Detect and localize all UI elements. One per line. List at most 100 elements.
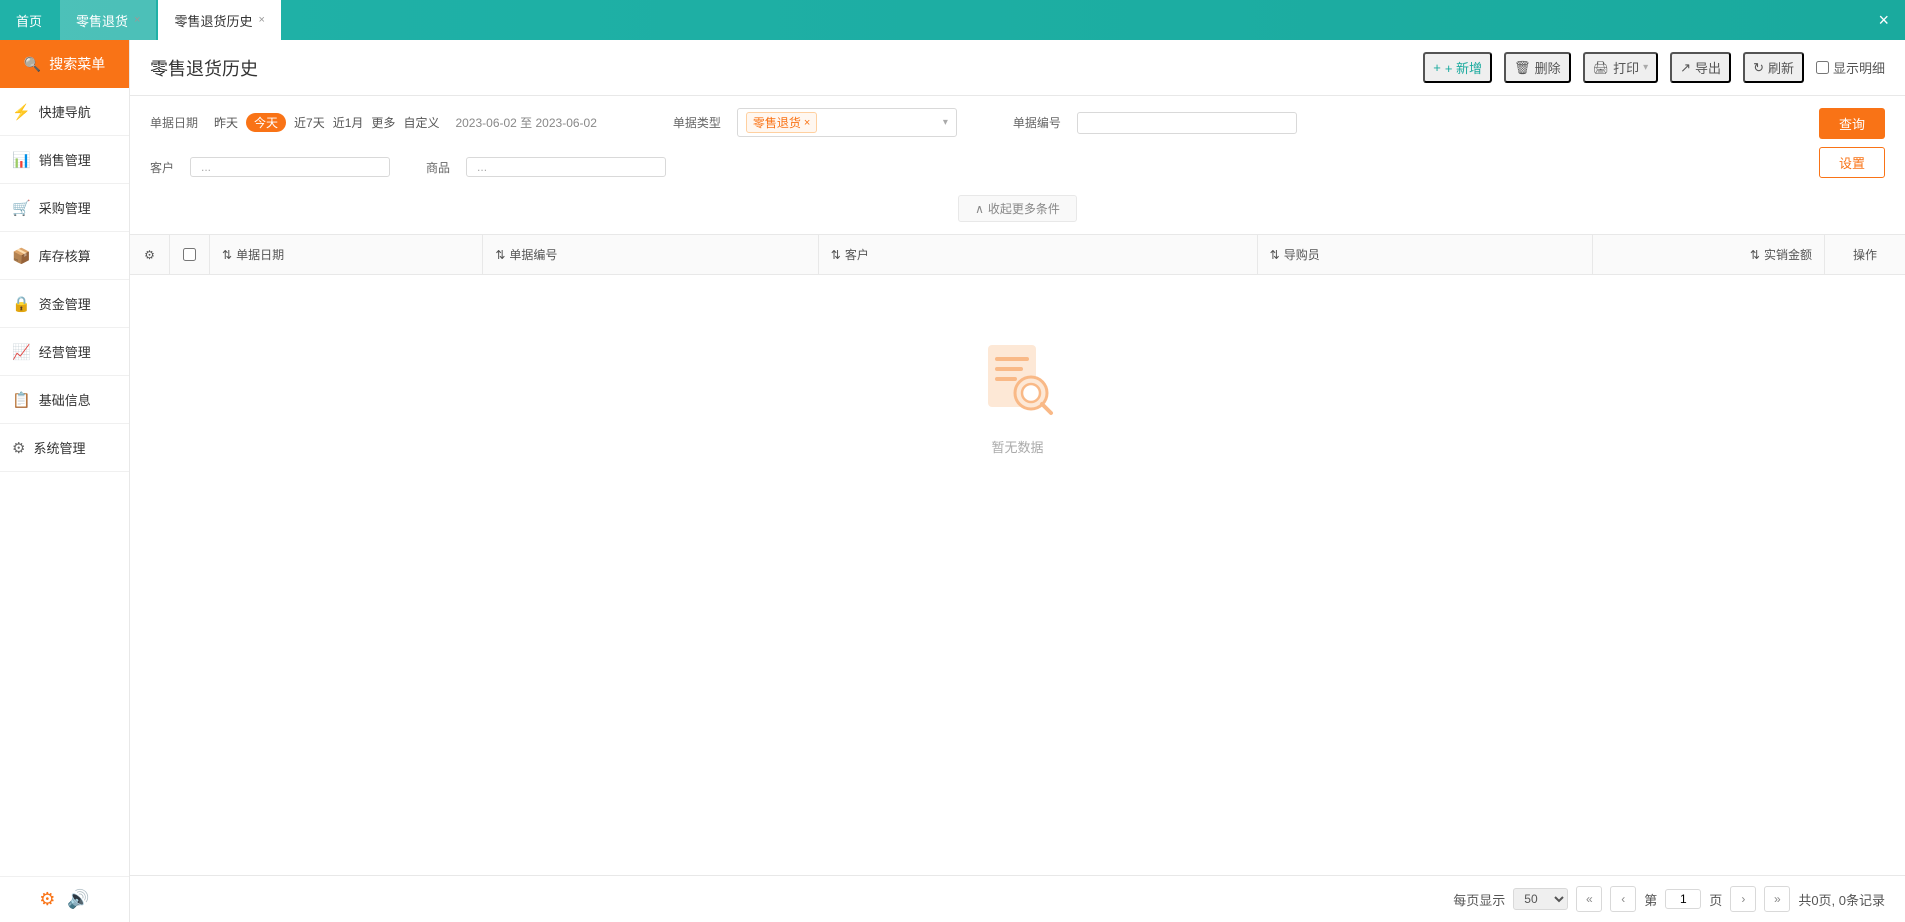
table-container: ⚙ ⇅ 单据日期 ⇅ 单据编号 ⇅ 客户 ⇅ [130,235,1905,875]
last-page-button[interactable]: » [1764,886,1790,912]
first-page-button[interactable]: « [1576,886,1602,912]
top-bar: 首页 零售退货 × 零售退货历史 × × [0,0,1905,40]
sidebar-item-quick-nav[interactable]: ⚡ 快捷导航 [0,88,129,136]
empty-state: 暂无数据 [130,275,1905,516]
sidebar-item-label: 系统管理 [33,438,85,457]
delete-icon: 🗑 [1514,60,1531,76]
main-layout: 🔍 搜索菜单 ⚡ 快捷导航 📊 销售管理 🛒 采购管理 📦 库存核算 🔒 资金管… [0,40,1905,922]
page-header: 零售退货历史 + + 新增 🗑 删除 🖨 打印 ▾ ↗ 导出 [130,40,1905,96]
print-dropdown-icon: ▾ [1643,62,1648,73]
page-size-select[interactable]: 10 20 50 100 [1513,888,1568,910]
sidebar-search[interactable]: 🔍 搜索菜单 [0,40,129,88]
new-label: + 新增 [1445,58,1482,77]
date-opt-yesterday[interactable]: 昨天 [214,114,238,131]
gear-icon: ⚙ [144,248,155,262]
th-guide[interactable]: ⇅ 导购员 [1258,235,1593,274]
tab-list: 首页 零售退货 × 零售退货历史 × [0,0,1878,40]
tab-return-label: 零售退货 [76,11,128,30]
show-detail-input[interactable] [1816,61,1829,74]
sidebar-item-inventory[interactable]: 📦 库存核算 [0,232,129,280]
collapse-icon: ∧ [975,202,984,216]
next-page-button[interactable]: › [1730,886,1756,912]
page-title: 零售退货历史 [150,55,258,81]
page-label: 第 [1644,890,1657,909]
operations-icon: 📈 [12,343,31,361]
date-opt-7days[interactable]: 近7天 [294,114,325,131]
page-number-input[interactable] [1665,889,1701,909]
th-amount-text: 实销金额 [1764,246,1812,263]
sidebar-item-sales[interactable]: 📊 销售管理 [0,136,129,184]
sidebar-item-label: 快捷导航 [39,102,91,121]
sidebar-item-purchase[interactable]: 🛒 采购管理 [0,184,129,232]
finance-icon: 🔒 [12,295,31,313]
print-icon: 🖨 [1593,60,1610,76]
base-info-icon: 📋 [12,391,31,409]
th-date[interactable]: ⇅ 单据日期 [210,235,483,274]
new-button[interactable]: + + 新增 [1423,52,1492,83]
th-doc-no-text: 单据编号 [509,246,557,263]
sidebar-item-finance[interactable]: 🔒 资金管理 [0,280,129,328]
date-label: 单据日期 [150,114,198,131]
tab-return-history-label: 零售退货历史 [174,11,252,30]
sidebar-item-base-info[interactable]: 📋 基础信息 [0,376,129,424]
delete-button[interactable]: 🗑 删除 [1504,52,1571,83]
th-action: 操作 [1825,235,1905,274]
tab-return[interactable]: 零售退货 × [60,0,156,40]
sidebar-search-label: 搜索菜单 [49,54,105,74]
doc-type-tag-remove[interactable]: × [804,117,810,129]
tab-home[interactable]: 首页 [0,0,58,40]
th-gear[interactable]: ⚙ [130,235,170,274]
tab-return-history-close[interactable]: × [258,14,264,26]
doc-type-dropdown-arrow: ▾ [943,117,948,128]
th-customer-sort: ⇅ [831,248,841,262]
prev-page-button[interactable]: ‹ [1610,886,1636,912]
date-opt-today[interactable]: 今天 [246,113,286,132]
date-options: 昨天 今天 近7天 近1月 更多 自定义 [214,113,439,132]
empty-illustration [973,335,1063,425]
show-detail-checkbox[interactable]: 显示明细 [1816,58,1885,77]
show-detail-label: 显示明细 [1833,58,1885,77]
tab-return-history[interactable]: 零售退货历史 × [158,0,280,40]
tab-home-label: 首页 [16,11,42,30]
doc-type-label: 单据类型 [673,114,721,131]
filter-row-customer: 客户 ... 商品 ... [150,157,1799,177]
volume-bottom-icon[interactable]: 🔊 [67,889,89,910]
th-customer[interactable]: ⇅ 客户 [819,235,1258,274]
main-content: 零售退货历史 + + 新增 🗑 删除 🖨 打印 ▾ ↗ 导出 [130,40,1905,922]
th-action-text: 操作 [1853,246,1877,263]
th-doc-no[interactable]: ⇅ 单据编号 [483,235,818,274]
date-opt-more[interactable]: 更多 [371,114,395,131]
sidebar-item-system[interactable]: ⚙ 系统管理 [0,424,129,472]
export-label: 导出 [1695,58,1721,77]
th-amount[interactable]: ⇅ 实销金额 [1593,235,1825,274]
th-doc-no-sort: ⇅ [495,248,505,262]
date-opt-custom[interactable]: 自定义 [403,114,439,131]
select-all-checkbox[interactable] [183,248,196,261]
query-button[interactable]: 查询 [1819,108,1885,139]
print-button[interactable]: 🖨 打印 ▾ [1583,52,1659,83]
doc-type-select[interactable]: 零售退货 × ▾ [737,108,957,137]
th-checkbox[interactable] [170,235,210,274]
th-date-text: 单据日期 [236,246,284,263]
table-header: ⚙ ⇅ 单据日期 ⇅ 单据编号 ⇅ 客户 ⇅ [130,235,1905,275]
doc-type-tag: 零售退货 × [746,112,817,133]
window-close-button[interactable]: × [1878,10,1889,31]
tab-return-close[interactable]: × [134,14,140,26]
settings-bottom-icon[interactable]: ⚙ [39,889,55,910]
export-button[interactable]: ↗ 导出 [1670,52,1731,83]
customer-label: 客户 [150,159,174,176]
filter-row-date: 单据日期 昨天 今天 近7天 近1月 更多 自定义 2023-06-02 至 2… [150,108,1799,137]
customer-select-btn[interactable]: ... [190,157,390,177]
sidebar-item-operations[interactable]: 📈 经营管理 [0,328,129,376]
doc-type-tag-value: 零售退货 [753,114,801,131]
sidebar-item-label: 资金管理 [39,294,91,313]
total-info: 共0页, 0条记录 [1798,890,1885,909]
sidebar-bottom: ⚙ 🔊 [0,876,129,922]
goods-select-btn[interactable]: ... [466,157,666,177]
settings-button[interactable]: 设置 [1819,147,1885,178]
refresh-button[interactable]: ↻ 刷新 [1743,52,1804,83]
collapse-button[interactable]: ∧ 收起更多条件 [958,195,1077,222]
doc-no-input[interactable] [1077,112,1297,134]
quick-nav-icon: ⚡ [12,103,31,121]
date-opt-1month[interactable]: 近1月 [333,114,364,131]
